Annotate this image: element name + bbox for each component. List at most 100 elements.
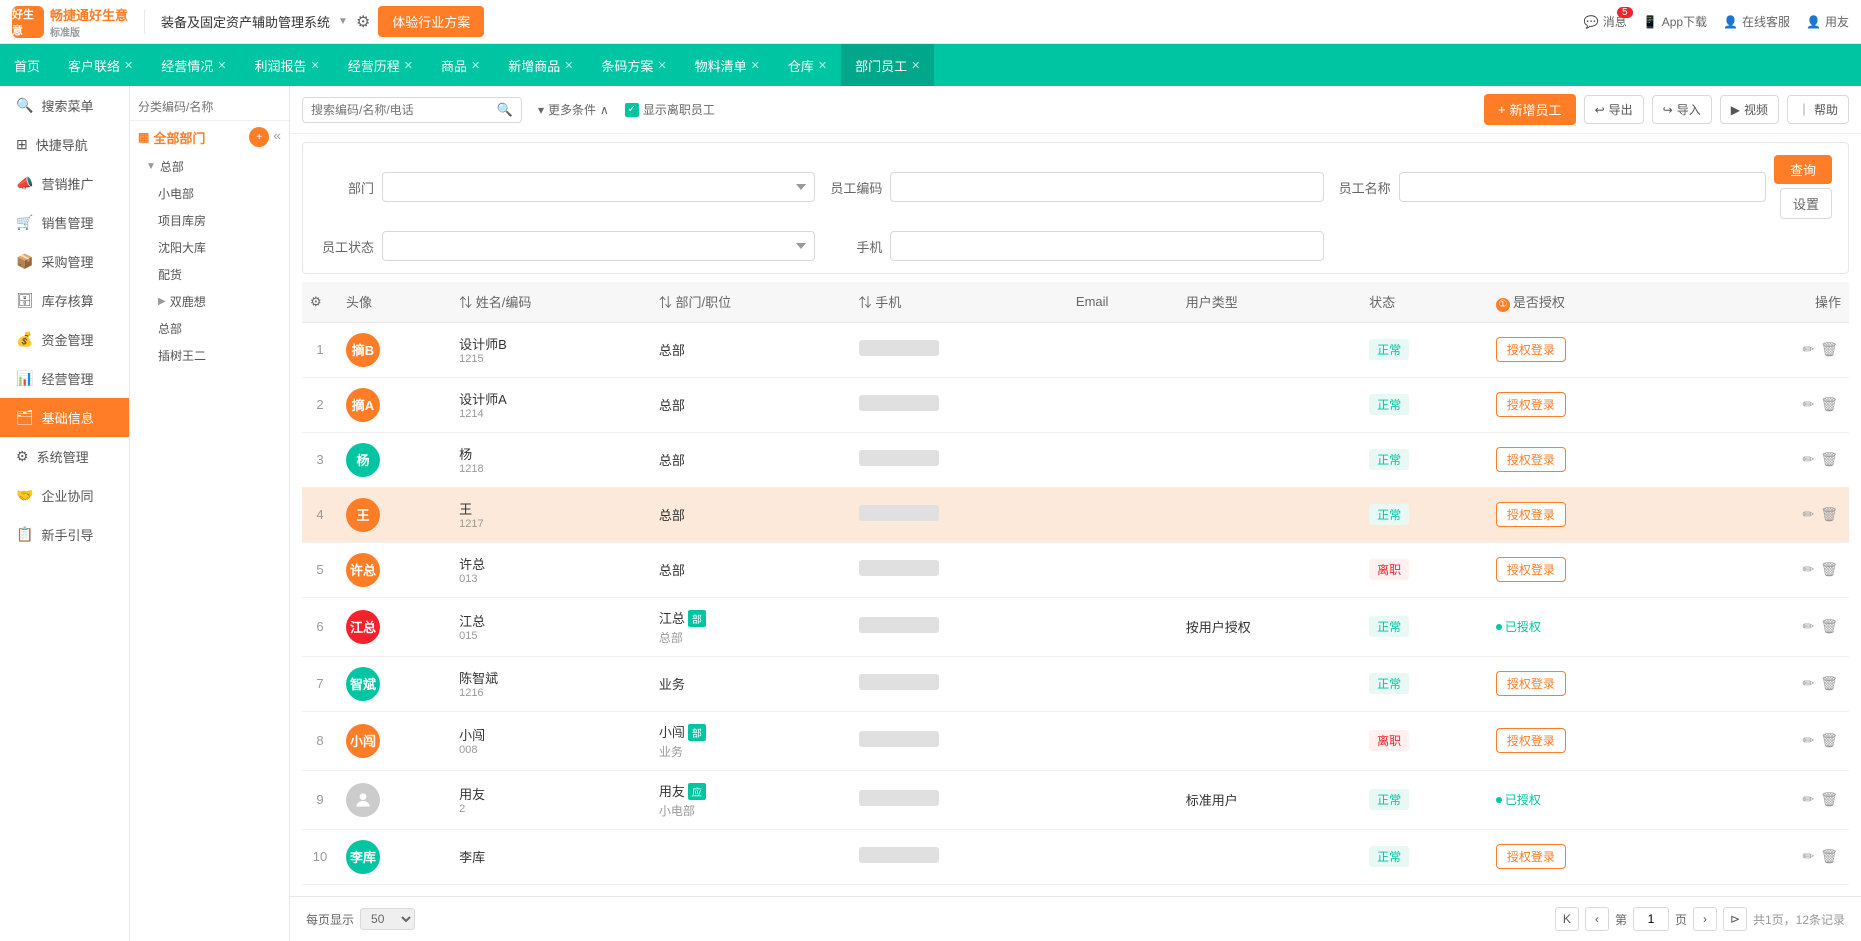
delete-icon-3[interactable]: 🗑 — [1817, 506, 1841, 522]
delete-icon-7[interactable]: 🗑 — [1817, 732, 1841, 748]
dept-node-anchenwang[interactable]: 插树王二 — [130, 342, 289, 369]
dept-node-xiangmu[interactable]: 项目库房 — [130, 207, 289, 234]
sidebar-item-system[interactable]: ⚙ 系统管理 — [0, 437, 129, 476]
dept-node-zongbu[interactable]: 总部 — [130, 315, 289, 342]
auth-button-3[interactable]: 授权登录 — [1496, 502, 1566, 527]
dept-select[interactable] — [382, 172, 815, 202]
tab-bom-close[interactable]: ✕ — [751, 59, 760, 72]
message-button[interactable]: 💬 消息 5 — [1584, 13, 1627, 30]
emp-status-select[interactable] — [382, 231, 815, 261]
sidebar-item-marketing[interactable]: 📣 营销推广 — [0, 164, 129, 203]
sidebar-item-sales[interactable]: 🛒 销售管理 — [0, 203, 129, 242]
tab-goods-close[interactable]: ✕ — [471, 59, 480, 72]
settings-icon[interactable]: ⚙ — [356, 12, 370, 32]
auth-button-6[interactable]: 授权登录 — [1496, 671, 1566, 696]
sidebar-item-operation[interactable]: 📊 经营管理 — [0, 359, 129, 398]
dept-node-zongbu-root[interactable]: ▼ 总部 — [130, 153, 289, 180]
page-prev-btn[interactable]: ‹ — [1585, 907, 1609, 931]
edit-icon-5[interactable]: ✏ — [1799, 618, 1817, 634]
auth-button-0[interactable]: 授权登录 — [1496, 337, 1566, 362]
sidebar-item-basic[interactable]: 🗂 基础信息 — [0, 398, 129, 437]
auth-button-9[interactable]: 授权登录 — [1496, 844, 1566, 869]
sidebar-item-purchase[interactable]: 📦 采购管理 — [0, 242, 129, 281]
sidebar-item-inventory[interactable]: 🗄 库存核算 — [0, 281, 129, 320]
tab-barcode-close[interactable]: ✕ — [657, 59, 666, 72]
help-button[interactable]: ｜ 帮助 — [1787, 95, 1849, 124]
show-resigned-checkbox[interactable]: ✓ — [625, 103, 639, 117]
tab-customer[interactable]: 客户联络 ✕ — [54, 44, 147, 86]
dept-collapse-btn[interactable]: « — [273, 127, 281, 147]
auth-button-4[interactable]: 授权登录 — [1496, 557, 1566, 582]
col-settings[interactable]: ⚙ — [302, 282, 338, 322]
page-first-btn[interactable]: K — [1555, 907, 1579, 931]
tab-dept-staff[interactable]: 部门员工 ✕ — [841, 44, 934, 86]
sidebar-item-collab[interactable]: 🤝 企业协同 — [0, 476, 129, 515]
reset-button[interactable]: 设置 — [1780, 188, 1832, 219]
delete-icon-6[interactable]: 🗑 — [1817, 675, 1841, 691]
sidebar-item-quicknav[interactable]: ⊞ 快捷导航 — [0, 125, 129, 164]
filter-search-input[interactable] — [311, 103, 493, 117]
tab-customer-close[interactable]: ✕ — [124, 59, 133, 72]
tab-goods[interactable]: 商品 ✕ — [427, 44, 494, 86]
delete-icon-9[interactable]: 🗑 — [1817, 848, 1841, 864]
delete-icon-0[interactable]: 🗑 — [1817, 341, 1841, 357]
tab-operation-status-close[interactable]: ✕ — [217, 59, 226, 72]
page-next-btn[interactable]: › — [1693, 907, 1717, 931]
edit-icon-2[interactable]: ✏ — [1799, 451, 1817, 467]
tab-warehouse[interactable]: 仓库 ✕ — [774, 44, 841, 86]
sidebar-item-guide[interactable]: 📋 新手引导 — [0, 515, 129, 554]
delete-icon-8[interactable]: 🗑 — [1817, 791, 1841, 807]
app-download-button[interactable]: 📱 App下载 — [1643, 13, 1707, 30]
delete-icon-4[interactable]: 🗑 — [1817, 561, 1841, 577]
edit-icon-4[interactable]: ✏ — [1799, 561, 1817, 577]
video-button[interactable]: ▶ 视频 — [1720, 95, 1779, 124]
auth-button-7[interactable]: 授权登录 — [1496, 728, 1566, 753]
dept-add-icon[interactable]: + — [249, 127, 269, 147]
emp-name-input[interactable] — [1399, 172, 1766, 202]
edit-icon-6[interactable]: ✏ — [1799, 675, 1817, 691]
delete-icon-1[interactable]: 🗑 — [1817, 396, 1841, 412]
tab-bom[interactable]: 物料清单 ✕ — [681, 44, 774, 86]
delete-icon-5[interactable]: 🗑 — [1817, 618, 1841, 634]
tab-profit-report[interactable]: 利润报告 ✕ — [240, 44, 333, 86]
edit-icon-7[interactable]: ✏ — [1799, 732, 1817, 748]
dept-node-shuanglu[interactable]: ▶ 双鹿想 — [130, 288, 289, 315]
auth-button-1[interactable]: 授权登录 — [1496, 392, 1566, 417]
tab-barcode[interactable]: 条码方案 ✕ — [587, 44, 680, 86]
trial-button[interactable]: 体验行业方案 — [378, 6, 484, 37]
dept-node-peihuo[interactable]: 配货 — [130, 261, 289, 288]
delete-icon-2[interactable]: 🗑 — [1817, 451, 1841, 467]
edit-icon-8[interactable]: ✏ — [1799, 791, 1817, 807]
system-dropdown-arrow[interactable]: ▼ — [338, 16, 348, 27]
col-phone[interactable]: ⇅ 手机 — [851, 282, 1068, 322]
tab-operation-status[interactable]: 经营情况 ✕ — [147, 44, 240, 86]
col-name[interactable]: ⇅ 姓名/编码 — [451, 282, 651, 322]
tab-operation-history-close[interactable]: ✕ — [404, 59, 413, 72]
col-dept[interactable]: ⇅ 部门/职位 — [651, 282, 851, 322]
tab-warehouse-close[interactable]: ✕ — [818, 59, 827, 72]
user-menu[interactable]: 👤 用友 — [1806, 13, 1849, 30]
edit-icon-1[interactable]: ✏ — [1799, 396, 1817, 412]
edit-icon-0[interactable]: ✏ — [1799, 341, 1817, 357]
tab-home[interactable]: 首页 — [0, 44, 54, 86]
tab-add-goods[interactable]: 新增商品 ✕ — [494, 44, 587, 86]
online-service-button[interactable]: 👤 在线客服 — [1723, 13, 1790, 30]
dept-node-xiaodian[interactable]: 小电部 — [130, 180, 289, 207]
emp-code-input[interactable] — [890, 172, 1323, 202]
search-button[interactable]: 查询 — [1774, 155, 1832, 184]
auth-button-2[interactable]: 授权登录 — [1496, 447, 1566, 472]
page-input[interactable] — [1633, 907, 1669, 931]
edit-icon-9[interactable]: ✏ — [1799, 848, 1817, 864]
dept-search-input[interactable] — [138, 100, 290, 114]
tab-profit-report-close[interactable]: ✕ — [311, 59, 320, 72]
add-employee-button[interactable]: + 新增员工 — [1484, 94, 1576, 125]
import-button[interactable]: ↪ 导入 — [1652, 95, 1712, 124]
more-filter-button[interactable]: ▾ 更多条件 ∧ — [530, 97, 617, 122]
export-button[interactable]: ↩ 导出 — [1584, 95, 1644, 124]
tab-add-goods-close[interactable]: ✕ — [564, 59, 573, 72]
dept-node-shenyang[interactable]: 沈阳大库 — [130, 234, 289, 261]
phone-input[interactable] — [890, 231, 1323, 261]
page-last-btn[interactable]: ⊳ — [1723, 907, 1747, 931]
tab-operation-history[interactable]: 经营历程 ✕ — [334, 44, 427, 86]
edit-icon-3[interactable]: ✏ — [1799, 506, 1817, 522]
